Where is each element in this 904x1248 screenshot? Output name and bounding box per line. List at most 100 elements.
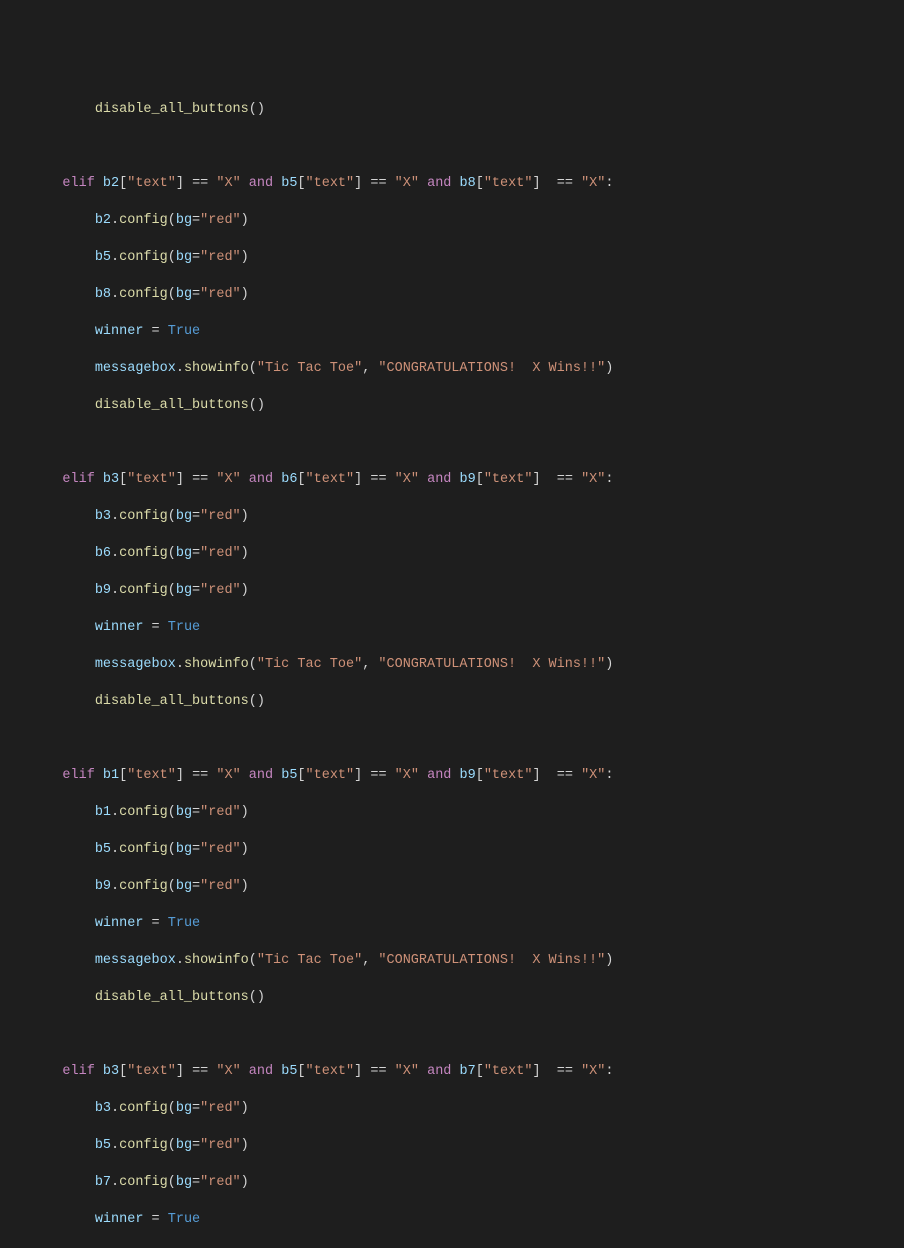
code-line: messagebox.showinfo("Tic Tac Toe", "CONG… (30, 360, 904, 379)
boolean: True (168, 916, 200, 931)
kwarg: bg (176, 509, 192, 524)
string: "text" (306, 768, 355, 783)
code-editor-viewport[interactable]: disable_all_buttons() elif b2["text"] ==… (30, 82, 904, 1248)
keyword-and: and (249, 176, 273, 191)
kwarg: bg (176, 250, 192, 265)
code-line: messagebox.showinfo("Tic Tac Toe", "CONG… (30, 952, 904, 971)
code-line: elif b1["text"] == "X" and b5["text"] ==… (30, 767, 904, 786)
kwarg: bg (176, 583, 192, 598)
code-line: b9.config(bg="red") (30, 582, 904, 601)
var: winner (95, 324, 144, 339)
method: config (119, 1101, 168, 1116)
var: b8 (95, 287, 111, 302)
keyword-elif: elif (62, 768, 94, 783)
var: b5 (95, 1138, 111, 1153)
var: winner (95, 620, 144, 635)
var: b5 (95, 842, 111, 857)
var: b2 (103, 176, 119, 191)
var: b7 (460, 1064, 476, 1079)
code-line: disable_all_buttons() (30, 397, 904, 416)
string: "text" (127, 768, 176, 783)
string: "text" (306, 176, 355, 191)
method: config (119, 842, 168, 857)
function-call: disable_all_buttons (95, 990, 249, 1005)
keyword-and: and (427, 768, 451, 783)
keyword-and: and (249, 768, 273, 783)
var: b6 (95, 546, 111, 561)
kwarg: bg (176, 879, 192, 894)
keyword-and: and (249, 472, 273, 487)
code-line: b9.config(bg="red") (30, 878, 904, 897)
keyword-and: and (249, 1064, 273, 1079)
string: "red" (200, 842, 241, 857)
module: messagebox (95, 657, 176, 672)
string: "X" (395, 472, 419, 487)
string: "red" (200, 509, 241, 524)
code-line: b5.config(bg="red") (30, 249, 904, 268)
function-call: disable_all_buttons (95, 102, 249, 117)
code-line: messagebox.showinfo("Tic Tac Toe", "CONG… (30, 656, 904, 675)
method: config (119, 1175, 168, 1190)
string: "X" (216, 472, 240, 487)
var: b5 (281, 1064, 297, 1079)
string: "X" (581, 176, 605, 191)
var: b7 (95, 1175, 111, 1190)
var: b5 (95, 250, 111, 265)
method: config (119, 879, 168, 894)
keyword-and: and (427, 176, 451, 191)
var: b5 (281, 176, 297, 191)
string: "red" (200, 287, 241, 302)
code-line: elif b3["text"] == "X" and b5["text"] ==… (30, 1063, 904, 1082)
string: "red" (200, 583, 241, 598)
code-line: b7.config(bg="red") (30, 1174, 904, 1193)
var: b6 (281, 472, 297, 487)
code-line: b5.config(bg="red") (30, 1137, 904, 1156)
var: b9 (460, 472, 476, 487)
string: "text" (484, 1064, 533, 1079)
method: config (119, 509, 168, 524)
string: "text" (127, 1064, 176, 1079)
string: "X" (395, 768, 419, 783)
string: "CONGRATULATIONS! X Wins!!" (378, 657, 605, 672)
string: "text" (484, 472, 533, 487)
string: "text" (484, 176, 533, 191)
blank-line (30, 138, 904, 157)
method: showinfo (184, 953, 249, 968)
keyword-elif: elif (62, 176, 94, 191)
var: b3 (103, 472, 119, 487)
kwarg: bg (176, 213, 192, 228)
string: "red" (200, 213, 241, 228)
string: "X" (216, 768, 240, 783)
function-call: disable_all_buttons (95, 398, 249, 413)
method: config (119, 1138, 168, 1153)
var: b1 (95, 805, 111, 820)
kwarg: bg (176, 1175, 192, 1190)
string: "red" (200, 1175, 241, 1190)
string: "text" (306, 1064, 355, 1079)
string: "X" (216, 1064, 240, 1079)
code-line: winner = True (30, 323, 904, 342)
string: "X" (395, 176, 419, 191)
var: b2 (95, 213, 111, 228)
code-line: elif b2["text"] == "X" and b5["text"] ==… (30, 175, 904, 194)
keyword-and: and (427, 472, 451, 487)
var: b8 (460, 176, 476, 191)
blank-line (30, 730, 904, 749)
string: "text" (127, 472, 176, 487)
keyword-elif: elif (62, 472, 94, 487)
string: "red" (200, 805, 241, 820)
kwarg: bg (176, 842, 192, 857)
keyword-elif: elif (62, 1064, 94, 1079)
string: "red" (200, 1101, 241, 1116)
kwarg: bg (176, 546, 192, 561)
string: "text" (306, 472, 355, 487)
keyword-and: and (427, 1064, 451, 1079)
var: b9 (95, 583, 111, 598)
code-line: b6.config(bg="red") (30, 545, 904, 564)
kwarg: bg (176, 287, 192, 302)
var: winner (95, 1212, 144, 1227)
method: config (119, 805, 168, 820)
method: showinfo (184, 361, 249, 376)
var: b3 (95, 1101, 111, 1116)
var: b5 (281, 768, 297, 783)
